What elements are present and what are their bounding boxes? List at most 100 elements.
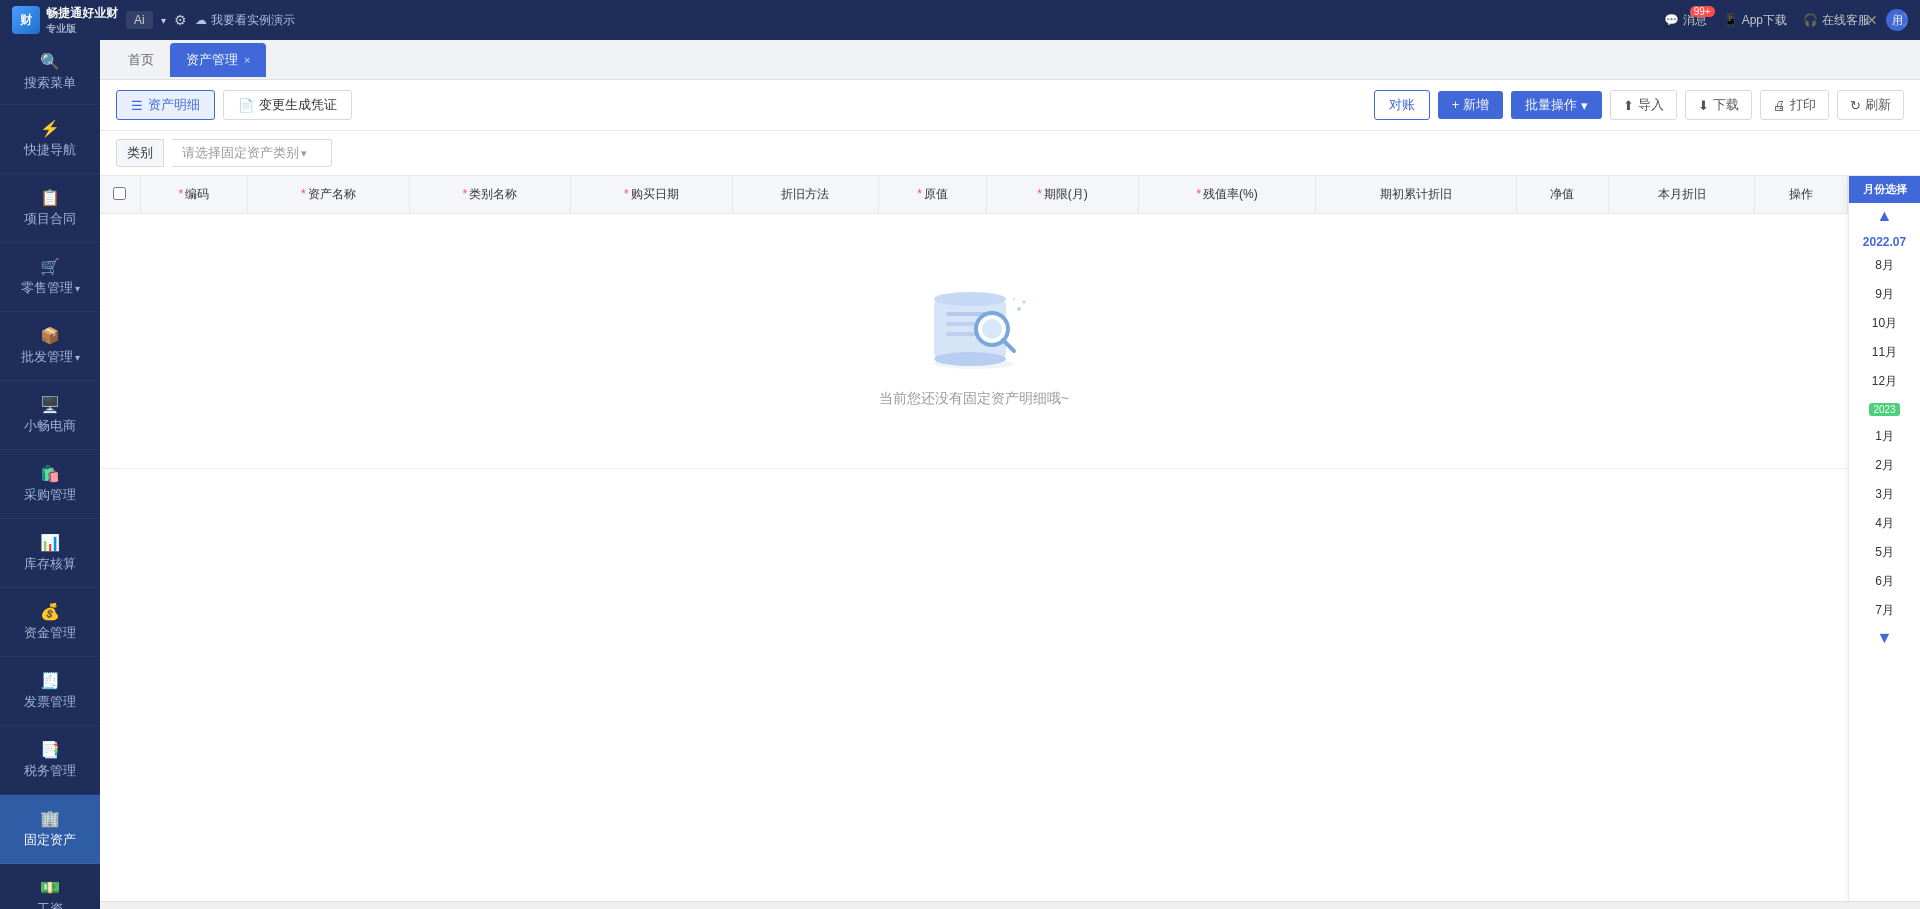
- sidebar-item-label-tax: 税务管理: [24, 763, 76, 778]
- import-button[interactable]: ⬆ 导入: [1610, 90, 1677, 120]
- month-panel-12[interactable]: 12月: [1849, 367, 1920, 396]
- sidebar-item-search[interactable]: 🔍 搜索菜单: [0, 40, 100, 105]
- demo-link[interactable]: ☁ 我要看实例演示: [195, 12, 295, 29]
- month-panel-1[interactable]: 1月: [1849, 422, 1920, 451]
- tab-asset-mgmt-label: 资产管理: [186, 51, 238, 69]
- empty-state-illustration: [914, 274, 1034, 374]
- empty-row: 当前您还没有固定资产明细哦~: [100, 214, 1848, 469]
- window-controls[interactable]: ✕ ⛶: [1852, 0, 1920, 40]
- invoice-icon: 🧾: [8, 671, 92, 690]
- ledger-button[interactable]: 对账: [1374, 90, 1430, 120]
- filter-bar: 类别 请选择固定资产类别 ▾: [100, 131, 1920, 176]
- tab-close-icon[interactable]: ×: [244, 54, 250, 66]
- top-bar: 财 畅捷通好业财 专业版 Ai ▾ ⚙ ☁ 我要看实例演示 💬 消息 99+ 📱…: [0, 0, 1920, 40]
- sidebar-item-project[interactable]: 📋 项目合同: [0, 174, 100, 243]
- svg-point-2: [934, 292, 1006, 306]
- category-select-arrow-icon: ▾: [301, 147, 307, 160]
- batch-button[interactable]: 批量操作 ▾: [1511, 91, 1602, 119]
- month-panel-6[interactable]: 6月: [1849, 567, 1920, 596]
- table-header-checkbox[interactable]: [100, 176, 140, 214]
- month-panel: 月份选择 ▲ 2022.07 8月 9月 10月 11月 12月 2023 1月…: [1848, 176, 1920, 901]
- svg-rect-4: [946, 312, 986, 316]
- horizontal-scrollbar[interactable]: [100, 901, 1920, 909]
- app-download-button[interactable]: 📱 App下载: [1723, 12, 1787, 29]
- tab-home[interactable]: 首页: [112, 43, 170, 77]
- company-name: Ai: [134, 13, 145, 27]
- sidebar-item-fixed-assets[interactable]: 🏢 固定资产: [0, 795, 100, 864]
- import-icon: ⬆: [1623, 98, 1634, 113]
- category-filter-select[interactable]: 请选择固定资产类别 ▾: [172, 139, 332, 167]
- payroll-icon: 💵: [8, 878, 92, 897]
- company-selector[interactable]: Ai: [126, 11, 153, 29]
- batch-dropdown-icon: ▾: [1581, 98, 1588, 113]
- batch-label: 批量操作: [1525, 96, 1577, 114]
- sub-tab-asset-detail[interactable]: ☰ 资产明细: [116, 90, 215, 120]
- tab-asset-management[interactable]: 资产管理 ×: [170, 43, 266, 77]
- tab-bar: 首页 资产管理 ×: [100, 40, 1920, 80]
- svg-point-8: [982, 319, 1002, 339]
- sidebar-item-retail[interactable]: 🛒 零售管理 ▾: [0, 243, 100, 312]
- month-panel-7[interactable]: 7月: [1849, 596, 1920, 625]
- empty-state-text: 当前您还没有固定资产明细哦~: [879, 390, 1069, 408]
- add-button[interactable]: + 新增: [1438, 91, 1503, 119]
- tab-home-label: 首页: [128, 51, 154, 69]
- refresh-button[interactable]: ↻ 刷新: [1837, 90, 1904, 120]
- app-logo: 财 畅捷通好业财 专业版: [12, 5, 118, 36]
- messages-button[interactable]: 💬 消息 99+: [1664, 12, 1707, 29]
- table-header-operations: 操作: [1755, 176, 1848, 214]
- cloud-icon: ☁: [195, 13, 207, 27]
- table-header-monthly-depreciation: 本月折旧: [1608, 176, 1755, 214]
- download-button[interactable]: ⬇ 下载: [1685, 90, 1752, 120]
- svg-point-11: [1022, 301, 1025, 304]
- year-badge: 2023: [1869, 403, 1899, 416]
- month-panel-11[interactable]: 11月: [1849, 338, 1920, 367]
- select-all-checkbox[interactable]: [113, 187, 126, 200]
- category-placeholder: 请选择固定资产类别: [182, 144, 299, 162]
- table-header-period: *期限(月): [986, 176, 1139, 214]
- sidebar-item-purchase[interactable]: 🛍️ 采购管理: [0, 450, 100, 519]
- month-panel-5[interactable]: 5月: [1849, 538, 1920, 567]
- month-panel-up-arrow[interactable]: ▲: [1873, 203, 1897, 229]
- top-bar-left: 财 畅捷通好业财 专业版 Ai ▾ ⚙ ☁ 我要看实例演示: [12, 5, 295, 36]
- print-button[interactable]: 🖨 打印: [1760, 90, 1829, 120]
- table-header-purchase-date: *购买日期: [571, 176, 733, 214]
- sidebar-item-label-ecommerce: 小畅电商: [24, 418, 76, 433]
- table-header-name: *资产名称: [247, 176, 409, 214]
- sidebar-item-quicknav[interactable]: ⚡ 快捷导航: [0, 105, 100, 174]
- quicknav-icon: ⚡: [8, 119, 92, 138]
- search-icon: 🔍: [8, 52, 92, 71]
- sidebar-item-label-search: 搜索菜单: [24, 75, 76, 90]
- sidebar-item-tax[interactable]: 📑 税务管理: [0, 726, 100, 795]
- sidebar-item-finance[interactable]: 💰 资金管理: [0, 588, 100, 657]
- table-body: 当前您还没有固定资产明细哦~: [100, 214, 1848, 469]
- sub-tab-change-voucher[interactable]: 📄 变更生成凭证: [223, 90, 352, 120]
- close-window-button[interactable]: ✕: [1860, 8, 1884, 32]
- month-panel-9[interactable]: 9月: [1849, 280, 1920, 309]
- month-panel-3[interactable]: 3月: [1849, 480, 1920, 509]
- table-area: *编码 *资产名称 *类别名称 *购买日期 折旧方法 *原值 *期限(月) *残…: [100, 176, 1920, 901]
- sidebar: 🔍 搜索菜单 ⚡ 快捷导航 📋 项目合同 🛒 零售管理 ▾ 📦 批发管理 ▾: [0, 40, 100, 909]
- sidebar-item-wholesale[interactable]: 📦 批发管理 ▾: [0, 312, 100, 381]
- download-label: 下载: [1713, 96, 1739, 114]
- month-panel-2[interactable]: 2月: [1849, 451, 1920, 480]
- demo-label: 我要看实例演示: [211, 12, 295, 29]
- sidebar-item-inventory[interactable]: 📊 库存核算: [0, 519, 100, 588]
- maximize-window-button[interactable]: ⛶: [1888, 8, 1912, 32]
- company-dropdown-arrow[interactable]: ▾: [161, 15, 166, 26]
- messages-badge: 99+: [1690, 6, 1715, 17]
- logo-text-area: 畅捷通好业财 专业版: [46, 5, 118, 36]
- sidebar-item-ecommerce[interactable]: 🖥️ 小畅电商: [0, 381, 100, 450]
- sidebar-item-payroll[interactable]: 💵 工资: [0, 864, 100, 909]
- month-panel-current-year: 2022.07: [1863, 229, 1906, 251]
- month-panel-4[interactable]: 4月: [1849, 509, 1920, 538]
- month-panel-down-arrow[interactable]: ▼: [1873, 625, 1897, 651]
- refresh-icon: ↻: [1850, 98, 1861, 113]
- main-layout: 🔍 搜索菜单 ⚡ 快捷导航 📋 项目合同 🛒 零售管理 ▾ 📦 批发管理 ▾: [0, 40, 1920, 909]
- month-panel-8[interactable]: 8月: [1849, 251, 1920, 280]
- month-panel-10[interactable]: 10月: [1849, 309, 1920, 338]
- sidebar-item-invoice[interactable]: 🧾 发票管理: [0, 657, 100, 726]
- app-name: 畅捷通好业财: [46, 5, 118, 22]
- settings-icon[interactable]: ⚙: [174, 12, 187, 28]
- headset-icon: 🎧: [1803, 13, 1818, 27]
- sidebar-item-label-project: 项目合同: [24, 211, 76, 226]
